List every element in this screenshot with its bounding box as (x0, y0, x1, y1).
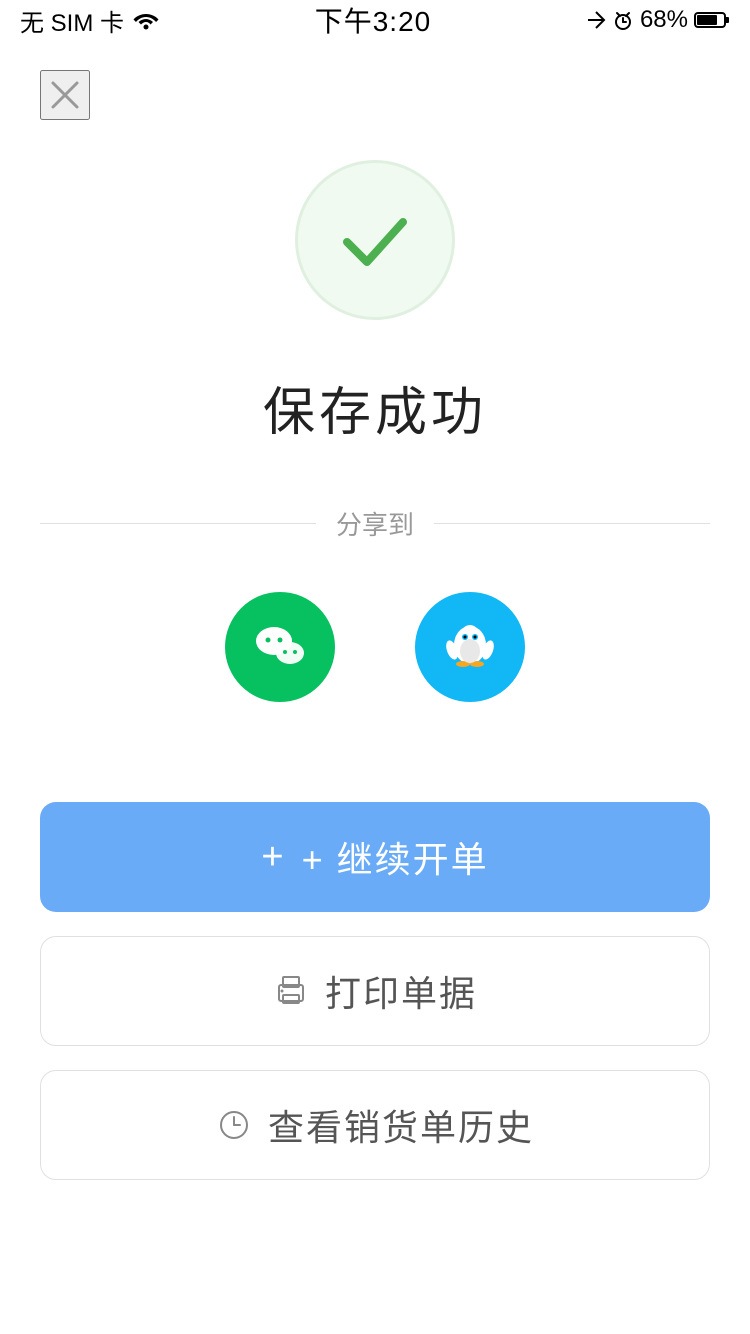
status-bar: 无 SIM 卡 下午3:20 68% (0, 0, 750, 40)
divider-left (40, 523, 316, 524)
history-label: 查看销货单历史 (268, 1099, 534, 1151)
status-left: 无 SIM 卡 (20, 3, 160, 38)
action-buttons: + + 继续开单 打印单据 查看销货单历史 (0, 802, 750, 1180)
share-icons (40, 592, 710, 702)
location-icon (586, 10, 606, 30)
continue-icon: + (261, 836, 285, 879)
status-right: 68% (586, 6, 730, 34)
wifi-icon (132, 10, 160, 30)
status-time: 下午3:20 (315, 0, 432, 40)
success-section: 保存成功 分享到 (0, 40, 750, 1180)
wechat-logo-icon (248, 615, 312, 679)
print-label: 打印单据 (325, 965, 477, 1017)
share-label: 分享到 (336, 505, 414, 542)
battery-icon (694, 11, 730, 29)
close-button[interactable] (40, 70, 90, 120)
history-icon (216, 1107, 252, 1143)
success-circle (295, 160, 455, 320)
main-content: 保存成功 分享到 (0, 40, 750, 1334)
share-section: 分享到 (0, 505, 750, 722)
battery-percentage: 68% (640, 6, 688, 34)
share-divider: 分享到 (40, 505, 710, 542)
qq-share-button[interactable] (415, 592, 525, 702)
print-button[interactable]: 打印单据 (40, 936, 710, 1046)
print-icon (273, 973, 309, 1009)
alarm-icon (612, 9, 634, 31)
qq-logo-icon (438, 615, 502, 679)
wechat-share-button[interactable] (225, 592, 335, 702)
continue-order-button[interactable]: + + 继续开单 (40, 802, 710, 912)
continue-order-label: + 继续开单 (302, 831, 489, 883)
divider-right (434, 523, 710, 524)
history-button[interactable]: 查看销货单历史 (40, 1070, 710, 1180)
success-title: 保存成功 (263, 370, 487, 445)
no-sim-text: 无 SIM 卡 (20, 3, 124, 38)
checkmark-icon (335, 200, 415, 280)
